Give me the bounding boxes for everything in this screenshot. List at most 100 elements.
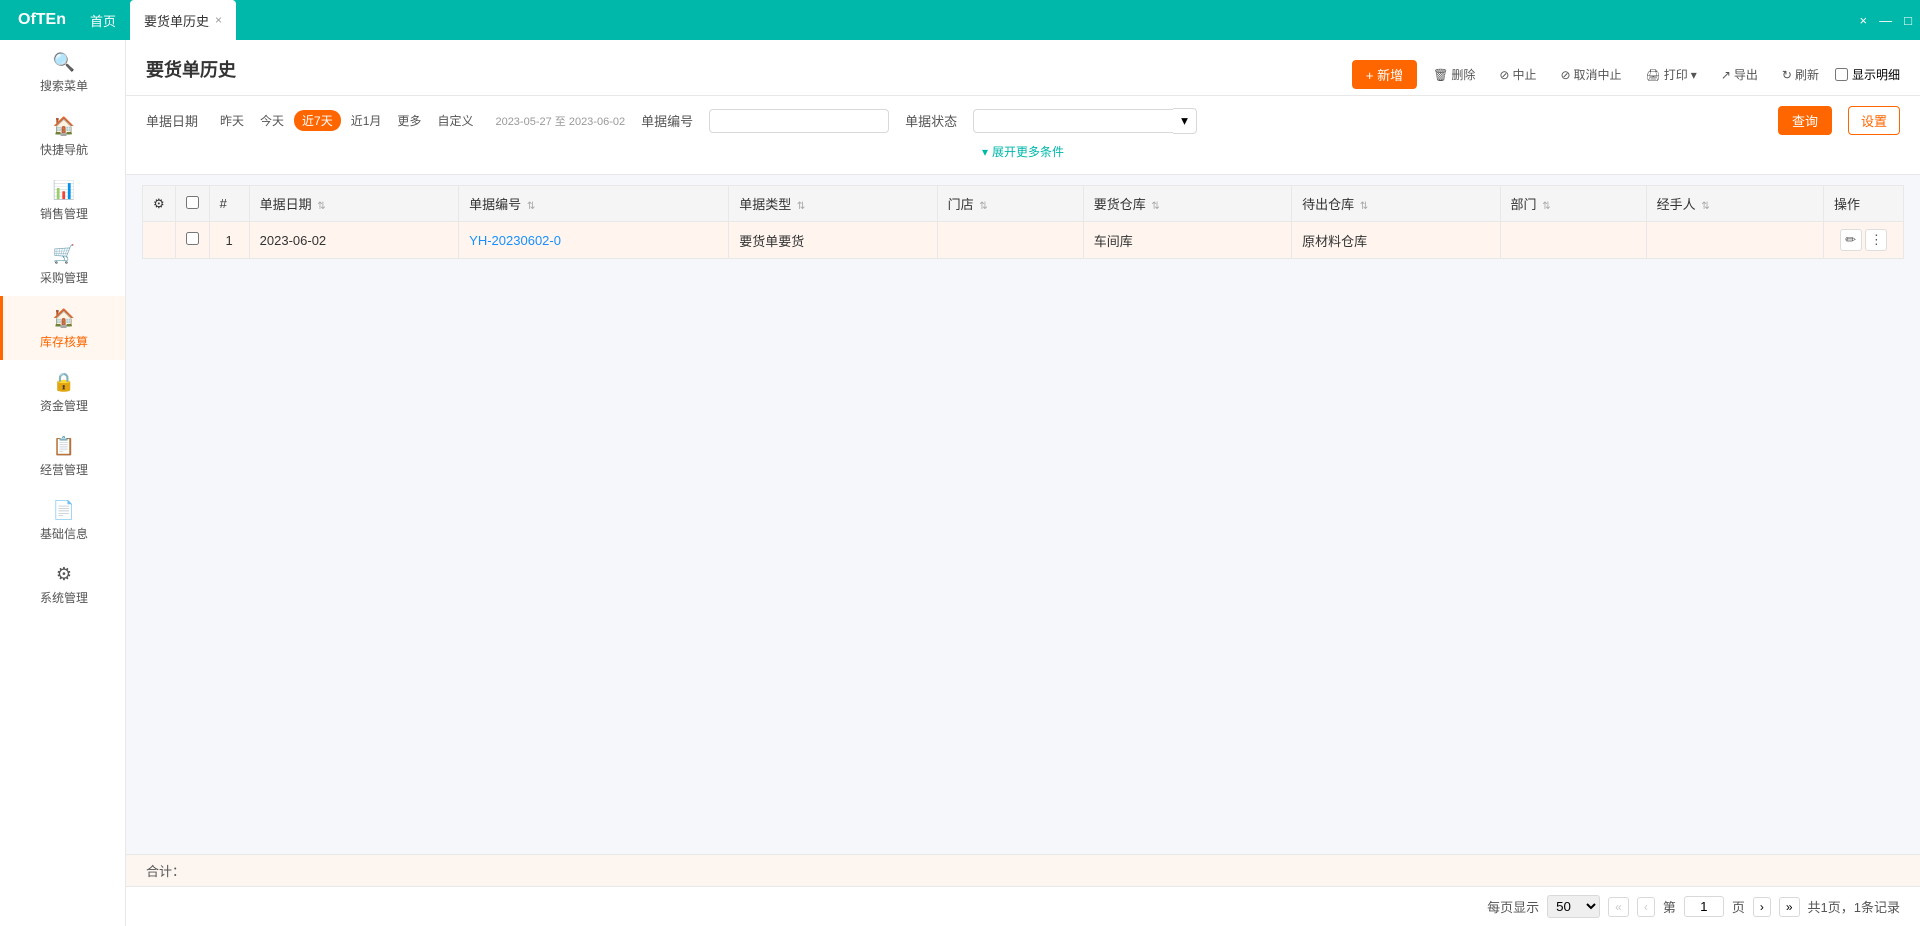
page-next-btn[interactable]: › xyxy=(1753,897,1771,917)
window-minimize-btn[interactable]: — xyxy=(1879,13,1892,28)
show-detail-checkbox[interactable] xyxy=(1835,68,1848,81)
select-all-checkbox[interactable] xyxy=(186,196,199,209)
tab-active[interactable]: 要货单历史 × xyxy=(130,0,236,40)
stop-button[interactable]: ⊘ 中止 xyxy=(1491,62,1544,87)
refresh-button[interactable]: ↻ 刷新 xyxy=(1774,62,1827,87)
settings-button[interactable]: 设置 xyxy=(1848,106,1900,135)
date-btn-yesterday[interactable]: 昨天 xyxy=(214,110,250,131)
row-req-warehouse: 车间库 xyxy=(1083,222,1291,259)
new-button[interactable]: + 新增 xyxy=(1352,60,1417,89)
export-icon: ↗ xyxy=(1721,68,1731,82)
table-header-row: ⚙ # 单据日期 ⇅ 单据编号 ⇅ xyxy=(143,186,1904,222)
sidebar: 🔍 搜索菜单 🏠 快捷导航 📊 销售管理 🛒 采购管理 🏠 库存核算 🔒 资金管… xyxy=(0,40,126,926)
tab-home[interactable]: 首页 xyxy=(76,0,130,40)
row-bill-no[interactable]: YH-20230602-0 xyxy=(459,222,729,259)
top-bar-right: × — □ xyxy=(1860,13,1912,28)
page-suffix: 页 xyxy=(1732,897,1745,916)
col-req-warehouse-header[interactable]: 要货仓库 ⇅ xyxy=(1083,186,1291,222)
status-dropdown-btn[interactable]: ▾ xyxy=(1173,108,1197,134)
print-icon: 🖨 xyxy=(1646,68,1661,82)
query-button[interactable]: 查询 xyxy=(1778,106,1832,135)
row-date: 2023-06-02 xyxy=(249,222,459,259)
sidebar-item-label: 快捷导航 xyxy=(40,141,88,158)
date-filter-label: 单据日期 xyxy=(146,111,198,130)
home-icon: 🏠 xyxy=(53,116,75,137)
expand-more-btn[interactable]: ▾ 展开更多条件 xyxy=(146,139,1900,164)
col-pending-warehouse-header[interactable]: 待出仓库 ⇅ xyxy=(1292,186,1500,222)
row-edit-btn[interactable]: ✏ xyxy=(1840,229,1862,251)
sidebar-item-label: 资金管理 xyxy=(40,397,88,414)
sidebar-item-label: 基础信息 xyxy=(40,525,88,542)
sidebar-item-operations-mgmt[interactable]: 📋 经营管理 xyxy=(0,424,125,488)
page-number-input[interactable] xyxy=(1684,896,1724,917)
date-btn-today[interactable]: 今天 xyxy=(254,110,290,131)
sidebar-item-search-menu[interactable]: 🔍 搜索菜单 xyxy=(0,40,125,104)
sales-icon: 📊 xyxy=(53,180,75,201)
sort-date-icon: ⇅ xyxy=(317,201,325,212)
row-checkbox-cell[interactable] xyxy=(175,222,209,259)
page-last-btn[interactable]: » xyxy=(1779,897,1800,917)
date-btn-more[interactable]: 更多 xyxy=(391,110,427,131)
cancel-stop-button[interactable]: ⊘ 取消中止 xyxy=(1552,62,1629,87)
window-maximize-btn[interactable]: □ xyxy=(1904,13,1912,28)
row-more-btn[interactable]: ⋮ xyxy=(1865,229,1887,251)
print-button[interactable]: 🖨 打印 ▾ xyxy=(1638,62,1705,87)
date-filter-buttons: 昨天 今天 近7天 近1月 更多 自定义 xyxy=(214,110,479,131)
col-settings-header[interactable]: ⚙ xyxy=(143,186,176,222)
brand-logo: OfTEn xyxy=(8,11,76,29)
sidebar-item-basic-info[interactable]: 📄 基础信息 xyxy=(0,488,125,552)
col-handler-header[interactable]: 经手人 ⇅ xyxy=(1646,186,1823,222)
col-bill-no-header[interactable]: 单据编号 ⇅ xyxy=(459,186,729,222)
sidebar-item-label: 采购管理 xyxy=(40,269,88,286)
col-date-header[interactable]: 单据日期 ⇅ xyxy=(249,186,459,222)
col-dept-header[interactable]: 部门 ⇅ xyxy=(1500,186,1646,222)
search-icon: 🔍 xyxy=(53,52,75,73)
bill-no-input[interactable] xyxy=(709,109,889,133)
toolbar: + 新增 🗑 删除 ⊘ 中止 ⊘ 取消中止 🖨 打 xyxy=(1352,54,1900,95)
sidebar-item-finance-mgmt[interactable]: 🔒 资金管理 xyxy=(0,360,125,424)
data-table: ⚙ # 单据日期 ⇅ 单据编号 ⇅ xyxy=(142,185,1904,259)
bill-no-link[interactable]: YH-20230602-0 xyxy=(469,233,561,248)
page-title: 要货单历史 xyxy=(146,56,236,82)
status-label: 单据状态 xyxy=(905,111,957,130)
cancel-stop-icon: ⊘ xyxy=(1560,68,1570,82)
sidebar-item-inventory-calc[interactable]: 🏠 库存核算 xyxy=(0,296,125,360)
sidebar-item-shortcut-nav[interactable]: 🏠 快捷导航 xyxy=(0,104,125,168)
sidebar-item-label: 库存核算 xyxy=(40,333,88,350)
sort-pending-wh-icon: ⇅ xyxy=(1360,201,1368,212)
total-info: 共1页，1条记录 xyxy=(1808,897,1900,916)
refresh-icon: ↻ xyxy=(1782,68,1792,82)
date-btn-custom[interactable]: 自定义 xyxy=(431,110,479,131)
row-ops: ✏ ⋮ xyxy=(1824,222,1904,259)
sort-store-icon: ⇅ xyxy=(979,201,987,212)
page-first-btn[interactable]: « xyxy=(1608,897,1629,917)
date-range-text: 2023-05-27 至 2023-06-02 xyxy=(495,113,625,129)
delete-button[interactable]: 🗑 删除 xyxy=(1425,62,1483,87)
window-close-btn[interactable]: × xyxy=(1860,13,1868,28)
sidebar-item-system-mgmt[interactable]: ⚙ 系统管理 xyxy=(0,552,125,616)
row-handler xyxy=(1646,222,1823,259)
system-icon: ⚙ xyxy=(56,564,72,585)
sidebar-item-sales-mgmt[interactable]: 📊 销售管理 xyxy=(0,168,125,232)
expand-icon: ▾ xyxy=(982,145,988,159)
sort-dept-icon: ⇅ xyxy=(1542,201,1550,212)
date-btn-last7[interactable]: 近7天 xyxy=(294,110,341,131)
col-checkbox-header[interactable] xyxy=(175,186,209,222)
col-ops-header: 操作 xyxy=(1824,186,1904,222)
col-bill-type-header[interactable]: 单据类型 ⇅ xyxy=(729,186,937,222)
bill-no-label: 单据编号 xyxy=(641,111,693,130)
sidebar-item-purchase-mgmt[interactable]: 🛒 采购管理 xyxy=(0,232,125,296)
show-detail-label[interactable]: 显示明细 xyxy=(1835,66,1900,83)
page-prev-btn[interactable]: ‹ xyxy=(1637,897,1655,917)
row-dept xyxy=(1500,222,1646,259)
row-checkbox[interactable] xyxy=(186,232,199,245)
col-store-header[interactable]: 门店 ⇅ xyxy=(937,186,1083,222)
date-btn-last-month[interactable]: 近1月 xyxy=(345,110,388,131)
status-input[interactable] xyxy=(973,109,1173,133)
export-button[interactable]: ↗ 导出 xyxy=(1713,62,1766,87)
stop-icon: ⊘ xyxy=(1499,68,1509,82)
row-num: 1 xyxy=(209,222,249,259)
tab-close-icon[interactable]: × xyxy=(215,13,222,27)
row-store xyxy=(937,222,1083,259)
per-page-select[interactable]: 10 20 50 100 xyxy=(1547,895,1600,918)
